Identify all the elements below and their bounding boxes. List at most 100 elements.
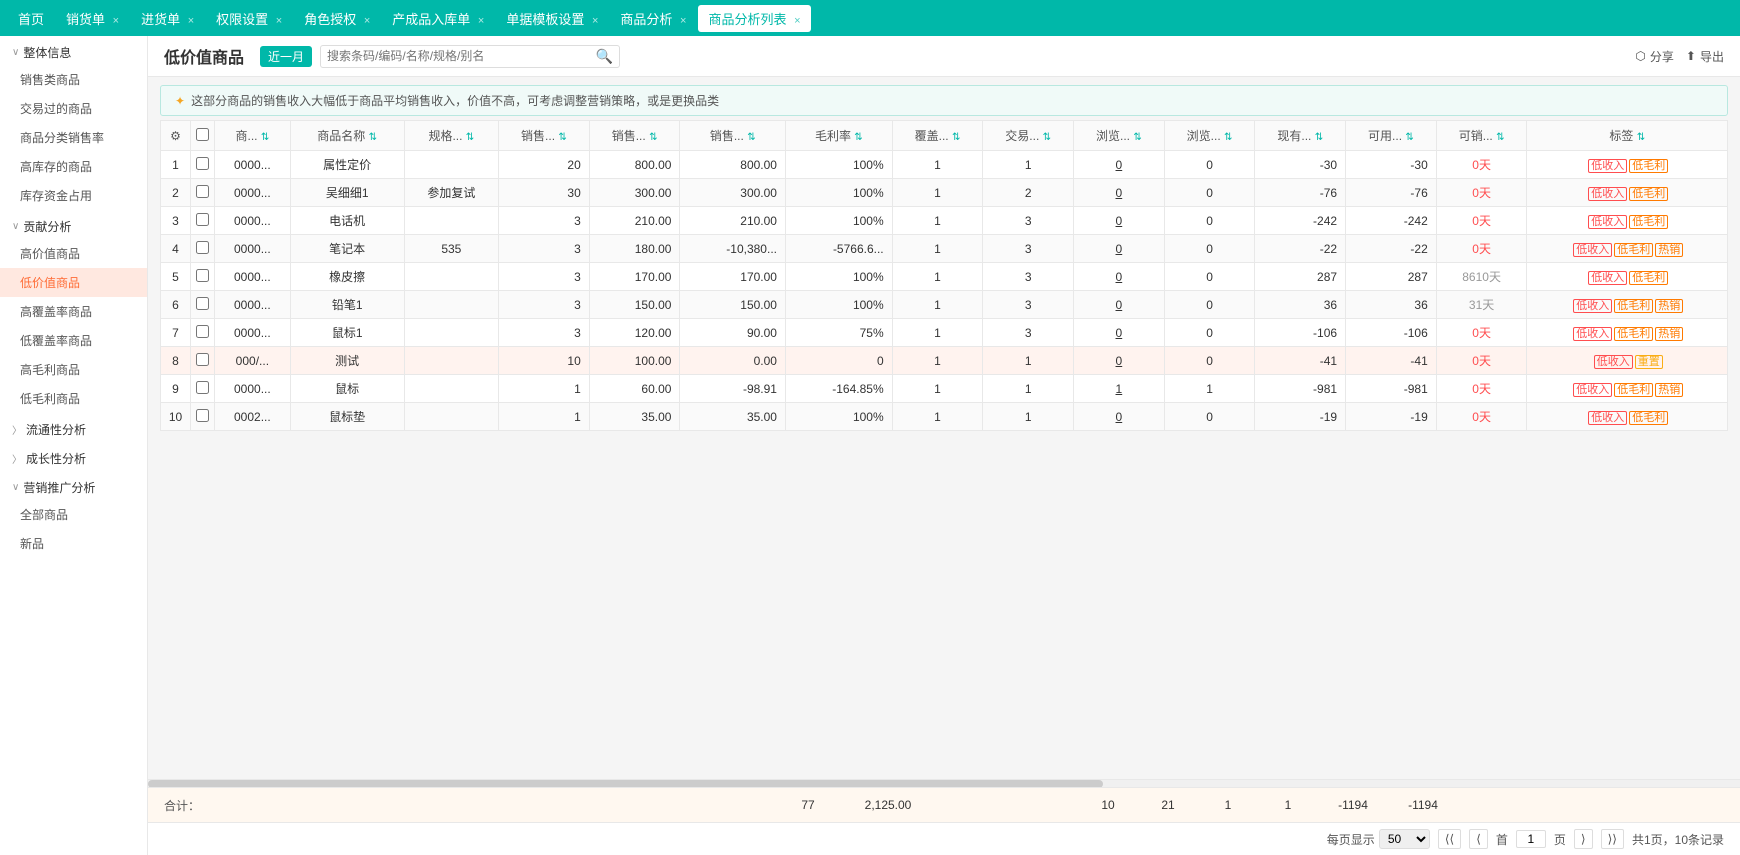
sidebar-item-low-profit[interactable]: 低毛利商品 <box>0 384 147 413</box>
sidebar-group-growth[interactable]: 〉 成长性分析 <box>0 442 147 471</box>
sidebar-item-inventory-fund[interactable]: 库存资金占用 <box>0 181 147 210</box>
share-button[interactable]: ⬡ 分享 <box>1635 48 1674 65</box>
sidebar-item-low-coverage[interactable]: 低覆盖率商品 <box>0 326 147 355</box>
row-checkbox[interactable] <box>191 403 215 431</box>
browse-link[interactable]: 0 <box>1116 326 1123 340</box>
row-select-checkbox[interactable] <box>196 213 209 226</box>
nav-purchase[interactable]: 进货单 × <box>131 5 204 32</box>
close-icon[interactable]: × <box>113 15 119 27</box>
browse-link[interactable]: 0 <box>1116 158 1123 172</box>
row-select-checkbox[interactable] <box>196 157 209 170</box>
row-checkbox[interactable] <box>191 375 215 403</box>
col-spec[interactable]: 规格... ⇅ <box>404 121 498 151</box>
row-select-checkbox[interactable] <box>196 297 209 310</box>
col-profit-rate[interactable]: 毛利率 ⇅ <box>785 121 892 151</box>
col-trade[interactable]: 交易... ⇅ <box>983 121 1074 151</box>
row-checkbox[interactable] <box>191 319 215 347</box>
row-col11[interactable]: 0 <box>1074 207 1165 235</box>
next-page-button[interactable]: ⟩ <box>1574 829 1593 849</box>
nav-template[interactable]: 单据模板设置 × <box>496 5 608 32</box>
nav-home[interactable]: 首页 <box>8 5 54 32</box>
row-select-checkbox[interactable] <box>196 409 209 422</box>
row-select-checkbox[interactable] <box>196 241 209 254</box>
nav-permission[interactable]: 权限设置 × <box>206 5 292 32</box>
close-icon[interactable]: × <box>188 15 194 27</box>
col-saleable[interactable]: 可销... ⇅ <box>1436 121 1527 151</box>
sidebar-item-all-goods[interactable]: 全部商品 <box>0 500 147 529</box>
nav-analysis-list[interactable]: 商品分析列表 × <box>698 5 810 32</box>
table-container[interactable]: ⚙ 商... ⇅ 商品名称 ⇅ 规格... ⇅ 销售... ⇅ 销售... ⇅ … <box>148 120 1740 779</box>
row-select-checkbox[interactable] <box>196 185 209 198</box>
col-browse2[interactable]: 浏览... ⇅ <box>1164 121 1255 151</box>
row-col11[interactable]: 0 <box>1074 263 1165 291</box>
browse-link[interactable]: 1 <box>1116 382 1123 396</box>
row-checkbox[interactable] <box>191 347 215 375</box>
browse-link[interactable]: 0 <box>1116 186 1123 200</box>
row-col11[interactable]: 0 <box>1074 319 1165 347</box>
sidebar-item-category-sales[interactable]: 商品分类销售率 <box>0 123 147 152</box>
sidebar-item-new-goods[interactable]: 新品 <box>0 529 147 558</box>
sidebar-item-sales-goods[interactable]: 销售类商品 <box>0 65 147 94</box>
prev-page-button[interactable]: ⟨ <box>1469 829 1488 849</box>
search-icon[interactable]: 🔍 <box>596 48 613 65</box>
col-coverage[interactable]: 覆盖... ⇅ <box>892 121 983 151</box>
nav-sales[interactable]: 销货单 × <box>56 5 129 32</box>
row-checkbox[interactable] <box>191 207 215 235</box>
sidebar-group-general[interactable]: ∨ 整体信息 <box>0 36 147 65</box>
col-settings[interactable]: ⚙ <box>161 121 191 151</box>
row-col11[interactable]: 0 <box>1074 179 1165 207</box>
nav-analysis[interactable]: 商品分析 × <box>610 5 696 32</box>
col-sales2[interactable]: 销售... ⇅ <box>589 121 680 151</box>
row-col11[interactable]: 0 <box>1074 403 1165 431</box>
row-checkbox[interactable] <box>191 235 215 263</box>
sidebar-item-low-value[interactable]: 低价值商品 <box>0 268 147 297</box>
last-page-button[interactable]: ⟩⟩ <box>1601 829 1624 849</box>
search-input[interactable] <box>327 49 596 63</box>
row-col11[interactable]: 0 <box>1074 291 1165 319</box>
row-select-checkbox[interactable] <box>196 353 209 366</box>
row-checkbox[interactable] <box>191 291 215 319</box>
col-sales3[interactable]: 销售... ⇅ <box>680 121 786 151</box>
col-code[interactable]: 商... ⇅ <box>215 121 291 151</box>
nav-production[interactable]: 产成品入库单 × <box>382 5 494 32</box>
close-icon[interactable]: × <box>478 15 484 27</box>
sidebar-group-marketing[interactable]: ∨ 营销推广分析 <box>0 471 147 500</box>
sidebar-group-contribution[interactable]: ∨ 贡献分析 <box>0 210 147 239</box>
col-tag[interactable]: 标签 ⇅ <box>1527 121 1728 151</box>
browse-link[interactable]: 0 <box>1116 242 1123 256</box>
time-filter-button[interactable]: 近一月 <box>260 46 312 67</box>
sidebar-item-high-coverage[interactable]: 高覆盖率商品 <box>0 297 147 326</box>
page-input[interactable] <box>1516 830 1546 848</box>
sidebar-item-traded-goods[interactable]: 交易过的商品 <box>0 94 147 123</box>
row-col11[interactable]: 0 <box>1074 235 1165 263</box>
row-select-checkbox[interactable] <box>196 269 209 282</box>
col-available[interactable]: 可用... ⇅ <box>1346 121 1437 151</box>
row-col11[interactable]: 0 <box>1074 347 1165 375</box>
first-page-button[interactable]: ⟨⟨ <box>1438 829 1461 849</box>
row-checkbox[interactable] <box>191 179 215 207</box>
browse-link[interactable]: 0 <box>1116 354 1123 368</box>
close-icon[interactable]: × <box>794 15 800 27</box>
browse-link[interactable]: 0 <box>1116 214 1123 228</box>
col-name[interactable]: 商品名称 ⇅ <box>290 121 404 151</box>
browse-link[interactable]: 0 <box>1116 410 1123 424</box>
close-icon[interactable]: × <box>364 15 370 27</box>
row-col11[interactable]: 0 <box>1074 151 1165 179</box>
close-icon[interactable]: × <box>680 15 686 27</box>
col-current[interactable]: 现有... ⇅ <box>1255 121 1346 151</box>
browse-link[interactable]: 0 <box>1116 298 1123 312</box>
sidebar-item-high-profit[interactable]: 高毛利商品 <box>0 355 147 384</box>
browse-link[interactable]: 0 <box>1116 270 1123 284</box>
gear-icon[interactable]: ⚙ <box>170 129 181 143</box>
select-all-checkbox[interactable] <box>196 128 209 141</box>
close-icon[interactable]: × <box>276 15 282 27</box>
row-checkbox[interactable] <box>191 263 215 291</box>
row-col11[interactable]: 1 <box>1074 375 1165 403</box>
col-sales1[interactable]: 销售... ⇅ <box>499 121 590 151</box>
row-select-checkbox[interactable] <box>196 325 209 338</box>
sidebar-item-high-value[interactable]: 高价值商品 <box>0 239 147 268</box>
sidebar-item-high-inventory[interactable]: 高库存的商品 <box>0 152 147 181</box>
per-page-select[interactable]: 50 100 200 <box>1379 829 1430 849</box>
row-select-checkbox[interactable] <box>196 381 209 394</box>
nav-role[interactable]: 角色授权 × <box>294 5 380 32</box>
